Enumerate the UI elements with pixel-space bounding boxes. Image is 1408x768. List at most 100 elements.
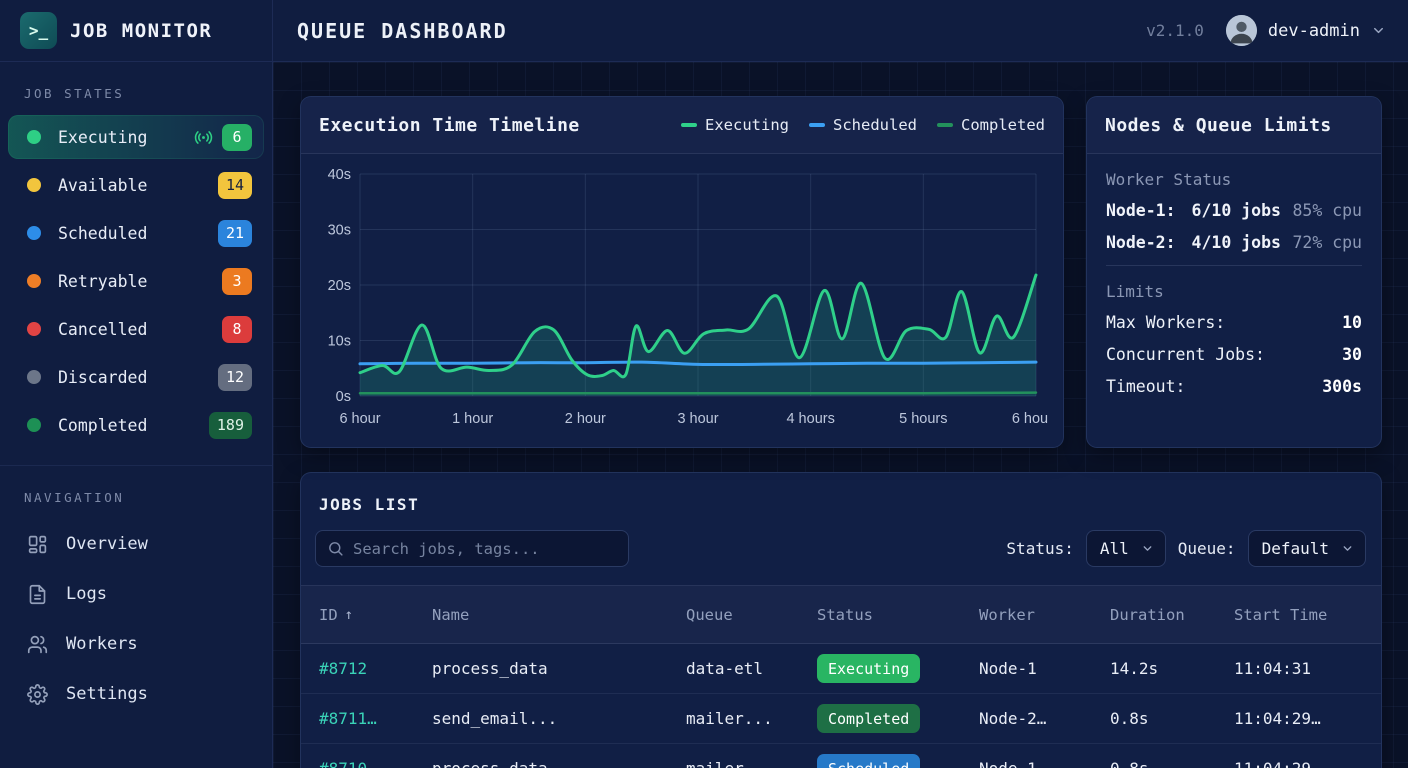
sidebar: >_ JOB MONITOR JOB STATES Executing 6 Av… xyxy=(0,0,273,768)
column-header-id[interactable]: ID ↑ xyxy=(319,606,432,624)
svg-text:5 hours: 5 hours xyxy=(899,411,947,427)
logs-icon xyxy=(27,584,48,605)
state-count-badge: 6 xyxy=(222,123,252,151)
state-dot xyxy=(27,322,41,336)
legend-item-executing[interactable]: Executing xyxy=(681,116,789,134)
legend-item-completed[interactable]: Completed xyxy=(937,116,1045,134)
legend-item-scheduled[interactable]: Scheduled xyxy=(809,116,917,134)
limits-label: Limits xyxy=(1106,282,1164,301)
node-2-status: Node-2: 4/10 jobs 72% cpu xyxy=(1106,233,1362,252)
sidebar-header: >_ JOB MONITOR xyxy=(0,0,272,62)
jobs-table-header: ID ↑ Name Queue Status Worker Duration S… xyxy=(301,585,1381,644)
user-name: dev-admin xyxy=(1267,20,1360,41)
state-label: Cancelled xyxy=(58,319,148,339)
job-start-time: 11:04:29… xyxy=(1234,709,1321,728)
sidebar-state-completed[interactable]: Completed 189 xyxy=(8,403,264,447)
limit-concurrent-jobs: Concurrent Jobs: 30 xyxy=(1106,345,1362,364)
sidebar-state-available[interactable]: Available 14 xyxy=(8,163,264,207)
chevron-down-icon xyxy=(1341,542,1354,555)
state-label: Scheduled xyxy=(58,223,148,243)
main-area: QUEUE DASHBOARD v2.1.0 dev-admin Executi… xyxy=(273,0,1408,768)
live-broadcast-icon xyxy=(194,128,213,147)
legend-dash xyxy=(681,123,697,127)
column-header-duration[interactable]: Duration xyxy=(1110,606,1234,624)
state-dot xyxy=(27,130,41,144)
state-dot xyxy=(27,418,41,432)
job-duration: 0.8s xyxy=(1110,759,1234,768)
job-worker: Node-2… xyxy=(979,709,1047,728)
table-row[interactable]: #8711… send_email... mailer... Completed… xyxy=(301,694,1381,744)
app-title: JOB MONITOR xyxy=(70,19,213,42)
job-name: process_data xyxy=(432,659,548,678)
nav-item-workers[interactable]: Workers xyxy=(8,619,264,669)
overview-icon xyxy=(27,534,48,555)
job-duration: 14.2s xyxy=(1110,659,1159,678)
table-row[interactable]: #8712 process_data data-etl Executing No… xyxy=(301,644,1381,694)
job-id-link[interactable]: #8712 xyxy=(319,659,432,678)
job-name: send_email... xyxy=(432,709,558,728)
svg-text:6 hours: 6 hours xyxy=(1012,411,1048,427)
job-start-time: 11:04:29 xyxy=(1234,759,1381,768)
sidebar-state-retryable[interactable]: Retryable 3 xyxy=(8,259,264,303)
worker-status-label: Worker Status xyxy=(1106,170,1232,189)
state-label: Discarded xyxy=(58,367,148,387)
sidebar-state-cancelled[interactable]: Cancelled 8 xyxy=(8,307,264,351)
column-header-name[interactable]: Name xyxy=(432,606,686,624)
state-label: Executing xyxy=(58,127,148,147)
sidebar-state-discarded[interactable]: Discarded 12 xyxy=(8,355,264,399)
nav-label: Workers xyxy=(66,634,138,654)
legend-dash xyxy=(809,123,825,127)
status-badge: Completed xyxy=(817,704,921,733)
sidebar-state-scheduled[interactable]: Scheduled 21 xyxy=(8,211,264,255)
navigation-list: Overview Logs Workers Settings xyxy=(0,519,272,719)
limit-max-workers: Max Workers: 10 xyxy=(1106,313,1362,332)
state-label: Retryable xyxy=(58,271,148,291)
svg-text:40s: 40s xyxy=(328,167,351,183)
state-label: Available xyxy=(58,175,148,195)
search-box[interactable] xyxy=(315,530,629,567)
execution-timeline-card: Execution Time Timeline Executing Schedu… xyxy=(300,96,1064,448)
nodes-card-header: Nodes & Queue Limits xyxy=(1087,97,1381,154)
timeline-card-title: Execution Time Timeline xyxy=(319,114,580,136)
status-badge: Executing xyxy=(817,654,921,683)
column-header-queue[interactable]: Queue xyxy=(686,606,817,624)
nav-item-logs[interactable]: Logs xyxy=(8,569,264,619)
chart-legend: Executing Scheduled Completed xyxy=(681,116,1045,134)
state-label: Completed xyxy=(58,415,148,435)
svg-text:4 hours: 4 hours xyxy=(786,411,834,427)
chevron-down-icon xyxy=(1141,542,1154,555)
column-header-status[interactable]: Status xyxy=(817,606,979,624)
svg-text:20s: 20s xyxy=(328,278,351,294)
jobs-list-title: JOBS LIST xyxy=(319,495,420,514)
status-filter-select[interactable]: All xyxy=(1085,530,1166,567)
timeline-chart: 0s 10s 20s 30s 40s 6 hour 1 hour 2 hour 3 hour 4 … xyxy=(301,154,1063,446)
svg-text:3 hour: 3 hour xyxy=(677,411,718,427)
column-header-worker[interactable]: Worker xyxy=(979,606,1110,624)
job-id-link[interactable]: #8710 xyxy=(319,759,432,768)
sidebar-state-executing[interactable]: Executing 6 xyxy=(8,115,264,159)
search-input[interactable] xyxy=(353,539,617,558)
sidebar-divider xyxy=(0,465,272,466)
job-queue: data-etl xyxy=(686,659,764,678)
svg-text:6 hour: 6 hour xyxy=(339,411,380,427)
state-dot xyxy=(27,274,41,288)
queue-filter-label: Queue: xyxy=(1177,539,1236,558)
nav-item-overview[interactable]: Overview xyxy=(8,519,264,569)
nav-item-settings[interactable]: Settings xyxy=(8,669,264,719)
job-duration: 0.8s xyxy=(1110,709,1149,728)
status-filter-label: Status: xyxy=(1006,539,1074,558)
timeline-chart-svg: 0s 10s 20s 30s 40s 6 hour 1 hour 2 hour 3 hour 4 … xyxy=(328,167,1061,427)
jobs-table: ID ↑ Name Queue Status Worker Duration S… xyxy=(301,585,1381,768)
svg-text:2 hour: 2 hour xyxy=(565,411,606,427)
job-states-list: Executing 6 Available 14 Scheduled 21 Re… xyxy=(0,115,272,451)
job-worker: Node-1 xyxy=(979,759,1110,768)
timeline-card-header: Execution Time Timeline Executing Schedu… xyxy=(301,97,1063,154)
job-id-link[interactable]: #8711… xyxy=(319,709,432,728)
state-count-badge: 12 xyxy=(217,363,252,391)
user-menu[interactable]: dev-admin xyxy=(1225,15,1386,46)
queue-filter-select[interactable]: Default xyxy=(1247,530,1366,567)
page-title: QUEUE DASHBOARD xyxy=(297,18,508,43)
table-row[interactable]: #8710 process_data mailer Scheduled Node… xyxy=(301,744,1381,768)
column-header-start-time[interactable]: Start Time xyxy=(1234,606,1381,624)
dashboard-content: Execution Time Timeline Executing Schedu… xyxy=(273,62,1408,768)
